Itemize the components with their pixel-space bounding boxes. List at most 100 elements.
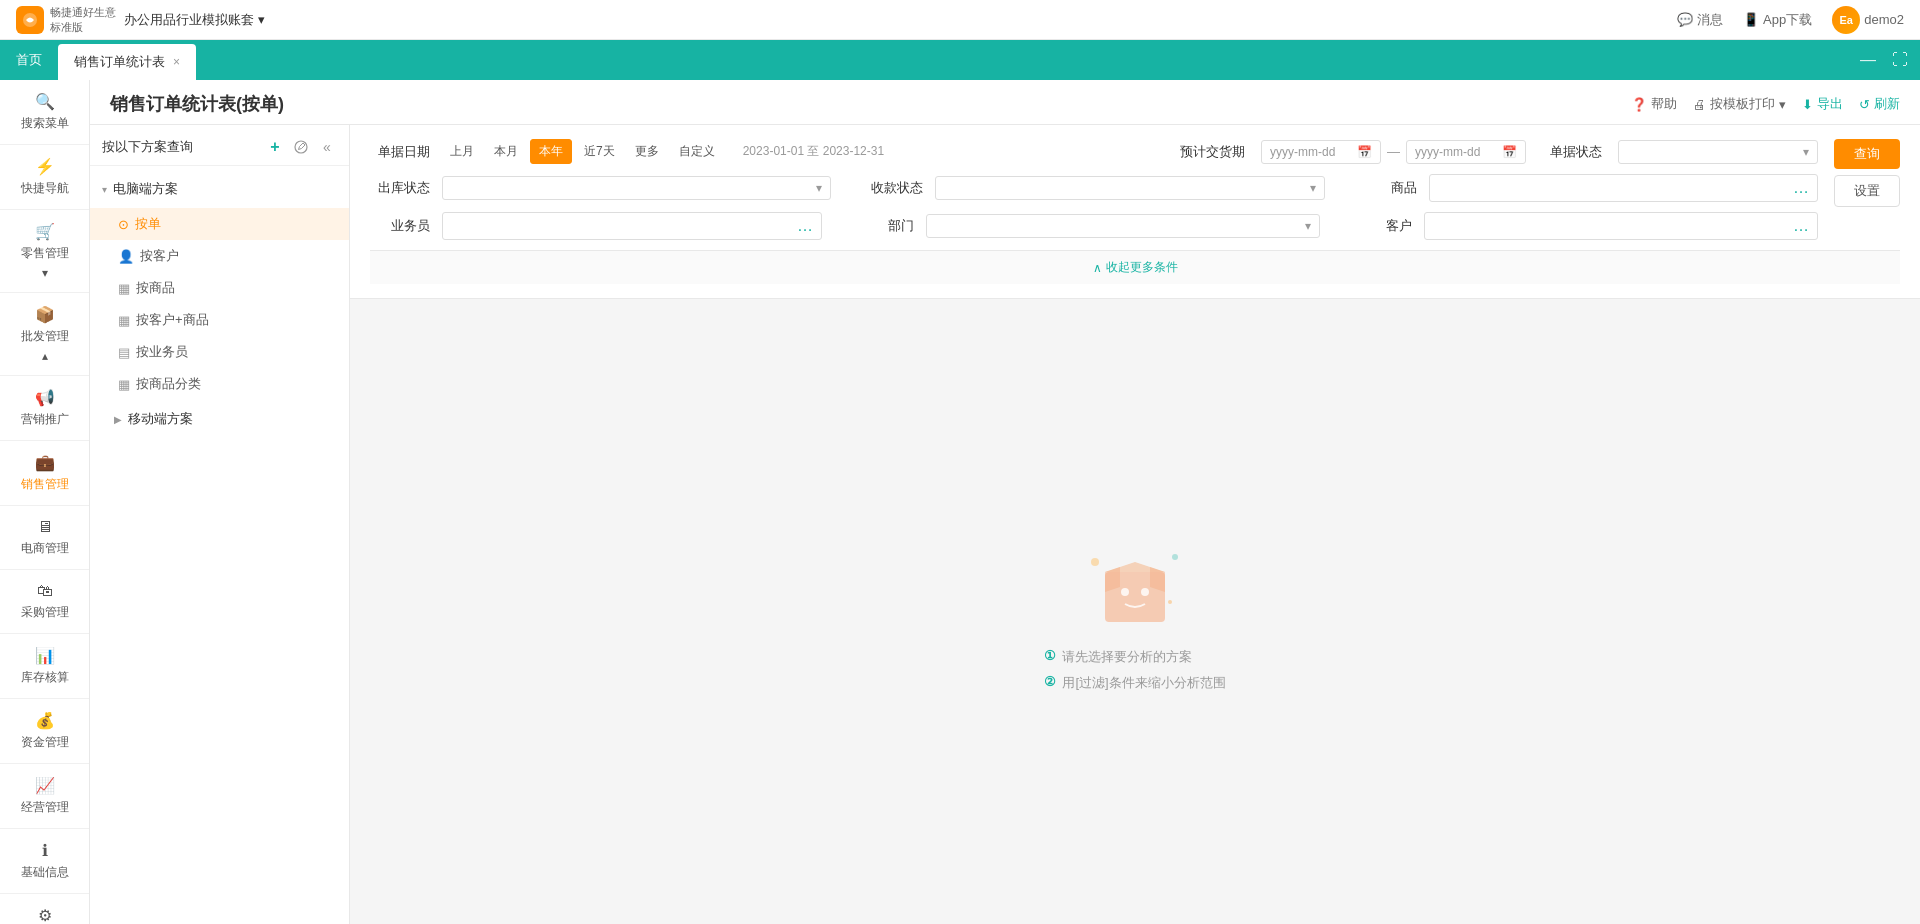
tree-item-by-product-category[interactable]: ▦ 按商品分类 xyxy=(90,368,349,400)
tab-bar: 首页 销售订单统计表 × — ⛶ xyxy=(0,40,1920,80)
doc-status-dropdown-icon: ▾ xyxy=(1803,145,1809,159)
user-menu[interactable]: Ea demo2 xyxy=(1832,6,1904,34)
collapse-panel-button[interactable]: « xyxy=(317,137,337,157)
tab-minimize-button[interactable]: — xyxy=(1856,48,1880,72)
logo-text: 畅捷通好生意 标准版 xyxy=(50,5,116,34)
search-icon: 🔍 xyxy=(35,92,55,111)
customer-input[interactable]: … xyxy=(1424,212,1818,240)
tree-item-by-product[interactable]: ▦ 按商品 xyxy=(90,272,349,304)
period-btn-this-year[interactable]: 本年 xyxy=(530,139,572,164)
tree-item-by-customer-product[interactable]: ▦ 按客户+商品 xyxy=(90,304,349,336)
wholesale-icon: 📦 xyxy=(35,305,55,324)
period-btn-more[interactable]: 更多 xyxy=(627,140,667,163)
svg-point-3 xyxy=(1121,588,1129,596)
app-download-icon: 📱 xyxy=(1743,12,1759,27)
sidebar-ecommerce-label: 电商管理 xyxy=(21,540,69,557)
svg-point-1 xyxy=(295,141,307,153)
operations-icon: 📈 xyxy=(35,776,55,795)
sidebar-item-operations[interactable]: 📈 经营管理 xyxy=(0,764,89,829)
print-label: 按模板打印 xyxy=(1710,95,1775,113)
left-panel-actions: + « xyxy=(265,137,337,157)
date-start-input[interactable]: yyyy-mm-dd 📅 xyxy=(1261,140,1381,164)
period-btn-last-month[interactable]: 上月 xyxy=(442,140,482,163)
page-header: 销售订单统计表(按单) ❓ 帮助 🖨 按模板打印 ▾ ⬇ 导出 ↺ 刷新 xyxy=(90,80,1920,125)
print-button[interactable]: 🖨 按模板打印 ▾ xyxy=(1693,95,1786,113)
refresh-icon: ↺ xyxy=(1859,97,1870,112)
svg-point-5 xyxy=(1091,558,1099,566)
message-icon: 💬 xyxy=(1677,12,1693,27)
collection-status-select[interactable]: ▾ xyxy=(935,176,1324,200)
product-input[interactable]: … xyxy=(1429,174,1818,202)
basic-info-icon: ℹ xyxy=(42,841,48,860)
period-btn-last-7-days[interactable]: 近7天 xyxy=(576,140,623,163)
tree-group-pc[interactable]: ▾ 电脑端方案 xyxy=(90,174,349,204)
tab-home[interactable]: 首页 xyxy=(0,40,58,80)
help-button[interactable]: ❓ 帮助 xyxy=(1631,95,1677,113)
period-btn-this-month[interactable]: 本月 xyxy=(486,140,526,163)
app-download-button[interactable]: 📱 App下载 xyxy=(1743,11,1812,29)
department-select[interactable]: ▾ xyxy=(926,214,1320,238)
page-title: 销售订单统计表(按单) xyxy=(110,92,284,116)
tree-group-mobile[interactable]: ▶ 移动端方案 xyxy=(90,404,349,434)
sidebar-item-retail[interactable]: 🛒 零售管理 ▾ xyxy=(0,210,89,293)
customer-more-icon[interactable]: … xyxy=(1793,217,1809,235)
sidebar-sales-label: 销售管理 xyxy=(21,476,69,493)
tab-sales-order-stats-label: 销售订单统计表 xyxy=(74,53,165,71)
sidebar-item-marketing[interactable]: 📢 营销推广 xyxy=(0,376,89,441)
date-end-input[interactable]: yyyy-mm-dd 📅 xyxy=(1406,140,1526,164)
tab-bar-actions: — ⛶ xyxy=(1856,48,1912,72)
query-button[interactable]: 查询 xyxy=(1834,139,1900,169)
product-more-icon[interactable]: … xyxy=(1793,179,1809,197)
sidebar-item-search[interactable]: 🔍 搜索菜单 xyxy=(0,80,89,145)
tab-sales-order-stats[interactable]: 销售订单统计表 × xyxy=(58,44,196,80)
date-range-display: 2023-01-01 至 2023-12-31 xyxy=(743,143,884,160)
ecommerce-icon: 🖥 xyxy=(37,518,53,536)
sidebar-item-wholesale[interactable]: 📦 批发管理 ▴ xyxy=(0,293,89,376)
tab-close-icon[interactable]: × xyxy=(173,55,180,69)
quick-nav-icon: ⚡ xyxy=(35,157,55,176)
tab-home-label: 首页 xyxy=(16,51,42,69)
tree-item-by-salesperson[interactable]: ▤ 按业务员 xyxy=(90,336,349,368)
add-scheme-button[interactable]: + xyxy=(265,137,285,157)
sidebar-item-sales[interactable]: 💼 销售管理 xyxy=(0,441,89,506)
hint-num-1: ① xyxy=(1044,648,1056,663)
sidebar-purchase-label: 采购管理 xyxy=(21,604,69,621)
empty-hint-2: ② 用[过滤]条件来缩小分析范围 xyxy=(1044,674,1225,692)
tree-item-by-customer[interactable]: 👤 按客户 xyxy=(90,240,349,272)
expected-delivery-label: 预计交货期 xyxy=(1180,143,1245,161)
tab-maximize-button[interactable]: ⛶ xyxy=(1888,48,1912,72)
calendar-icon: 📅 xyxy=(1357,145,1372,159)
sidebar-item-ecommerce[interactable]: 🖥 电商管理 xyxy=(0,506,89,570)
edit-scheme-button[interactable] xyxy=(291,137,311,157)
sidebar-item-finance[interactable]: 💰 资金管理 xyxy=(0,699,89,764)
refresh-button[interactable]: ↺ 刷新 xyxy=(1859,95,1900,113)
sidebar-item-quick-nav[interactable]: ⚡ 快捷导航 xyxy=(0,145,89,210)
sidebar-item-purchase[interactable]: 🛍 采购管理 xyxy=(0,570,89,634)
doc-status-select[interactable]: ▾ xyxy=(1618,140,1818,164)
sidebar-item-inventory[interactable]: 📊 库存核算 xyxy=(0,634,89,699)
workspace-selector[interactable]: 办公用品行业模拟账套 ▾ xyxy=(124,11,265,29)
collapse-filter-button[interactable]: ∧ 收起更多条件 xyxy=(370,250,1900,284)
sidebar-basic-info-label: 基础信息 xyxy=(21,864,69,881)
salesperson-input[interactable]: … xyxy=(442,212,822,240)
empty-illustration xyxy=(1075,532,1195,632)
settings-button[interactable]: 设置 xyxy=(1834,175,1900,207)
filter-area: 单据日期 上月 本月 本年 近7天 更多 自定义 2023-01-01 至 20… xyxy=(350,125,1920,299)
shipment-status-label: 出库状态 xyxy=(370,179,430,197)
tree-item-by-order[interactable]: ⊙ 按单 xyxy=(90,208,349,240)
salesperson-more-icon[interactable]: … xyxy=(797,217,813,235)
shipment-status-select[interactable]: ▾ xyxy=(442,176,831,200)
sidebar-item-system[interactable]: ⚙ 系统管理 xyxy=(0,894,89,924)
sidebar-marketing-label: 营销推广 xyxy=(21,411,69,428)
period-btn-custom[interactable]: 自定义 xyxy=(671,140,723,163)
date-start-placeholder: yyyy-mm-dd xyxy=(1270,145,1335,159)
app-download-label: App下载 xyxy=(1763,11,1812,29)
export-button[interactable]: ⬇ 导出 xyxy=(1802,95,1843,113)
sidebar-inventory-label: 库存核算 xyxy=(21,669,69,686)
sidebar-wholesale-label: 批发管理 xyxy=(21,328,69,345)
by-order-icon: ⊙ xyxy=(118,217,129,232)
department-label: 部门 xyxy=(854,217,914,235)
message-button[interactable]: 💬 消息 xyxy=(1677,11,1723,29)
sidebar-item-basic-info[interactable]: ℹ 基础信息 xyxy=(0,829,89,894)
empty-text: ① 请先选择要分析的方案 ② 用[过滤]条件来缩小分析范围 xyxy=(1044,648,1225,692)
